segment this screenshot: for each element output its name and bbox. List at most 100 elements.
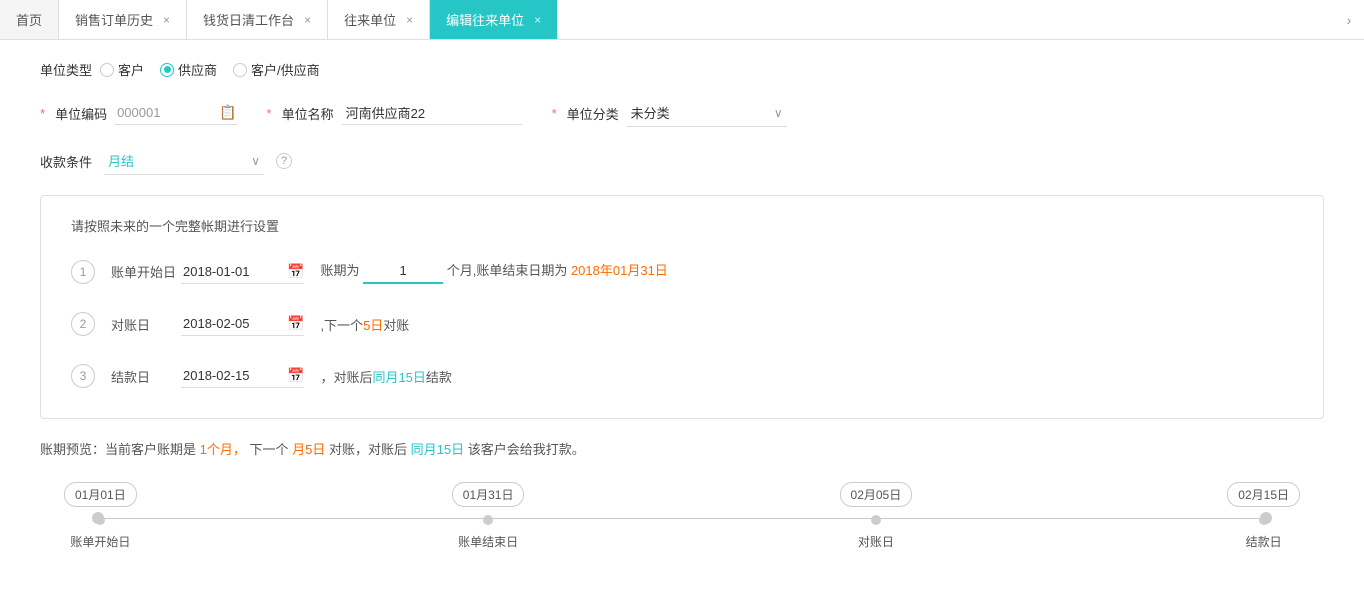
tab-cash-work-label: 钱货日清工作台: [203, 10, 294, 29]
step-2-date[interactable]: [181, 312, 281, 335]
step-3-desc-prefix: ，对账后: [320, 370, 372, 385]
step-row-1: 1 账单开始日 📅 账期为 个月,账单结束日期为 2018年01月31日: [71, 259, 1293, 284]
step-row-3: 3 结款日 📅 ，对账后同月15日结款: [71, 364, 1293, 388]
radio-customer-supplier[interactable]: 客户/供应商: [233, 60, 320, 79]
timeline-label-0: 账单开始日: [70, 533, 130, 550]
timeline-point-2: 02月05日 对账日: [840, 482, 913, 550]
step-3-calendar-icon[interactable]: 📅: [287, 367, 304, 384]
tab-edit-partner-close[interactable]: ×: [534, 13, 541, 27]
step-2-highlight: 5日: [363, 318, 383, 333]
step-3-desc: ，对账后同月15日结款: [320, 367, 452, 386]
tab-partner-units-close[interactable]: ×: [406, 13, 413, 27]
tab-cash-work[interactable]: 钱货日清工作台 ×: [187, 0, 328, 39]
radio-customer-supplier-label: 客户/供应商: [251, 60, 320, 79]
unit-code-input-wrapper: 📋: [115, 101, 236, 125]
step-1-period-end: 2018年01月31日: [571, 263, 668, 278]
unit-code-input[interactable]: [115, 101, 215, 124]
step-2-calendar-icon[interactable]: 📅: [287, 315, 304, 332]
unit-info-row: * 单位编码 📋 * 单位名称 * 单位分类 未分类 ∨: [40, 99, 1324, 127]
unit-category-select[interactable]: 未分类 ∨: [627, 99, 787, 127]
radio-customer[interactable]: 客户: [100, 60, 144, 79]
unit-type-radio-group: 客户 供应商 客户/供应商: [100, 60, 320, 79]
step-3-highlight: 同月15日: [372, 370, 425, 385]
tab-scroll-right[interactable]: ›: [1334, 0, 1364, 39]
tab-sales-order-history[interactable]: 销售订单历史 ×: [59, 0, 187, 39]
unit-code-label: 单位编码: [55, 104, 107, 123]
timeline-point-1: 01月31日 账单结束日: [452, 482, 525, 550]
timeline-point-3: 02月15日 结款日: [1227, 482, 1300, 550]
timeline-point-0: 01月01日 账单开始日: [64, 482, 137, 550]
step-1-date[interactable]: [181, 260, 281, 283]
unit-code-field: * 单位编码 📋: [40, 101, 237, 125]
tab-cash-work-close[interactable]: ×: [304, 13, 311, 27]
unit-category-field: * 单位分类 未分类 ∨: [552, 99, 787, 127]
tab-edit-partner-label: 编辑往来单位: [446, 10, 524, 29]
step-2-desc-suffix: 对账: [383, 318, 409, 333]
tab-partner-units[interactable]: 往来单位 ×: [328, 0, 430, 39]
step-1-period-input[interactable]: [363, 259, 443, 284]
radio-supplier-circle: [160, 63, 174, 77]
payment-condition-select[interactable]: 月结 ∨: [104, 147, 264, 175]
tab-sales-order-history-close[interactable]: ×: [163, 13, 170, 27]
preview-reconcile-mid: 对账，对账后: [329, 442, 407, 457]
timeline-dot-3: [1259, 515, 1269, 525]
step-label-2: 对账日: [111, 315, 181, 334]
step-2-desc-prefix: ,下一个: [320, 318, 363, 333]
step-1-date-input: 📅: [181, 260, 304, 284]
unit-category-value: 未分类: [631, 103, 770, 122]
payment-condition-row: 收款条件 月结 ∨ ?: [40, 147, 1324, 175]
tab-partner-units-label: 往来单位: [344, 10, 396, 29]
step-2-date-input: 📅: [181, 312, 304, 336]
main-content: 单位类型 客户 供应商 客户/供应商 * 单位编码: [0, 40, 1364, 608]
unit-code-icon[interactable]: 📋: [219, 104, 236, 121]
unit-name-required: *: [267, 106, 272, 121]
unit-name-label: 单位名称: [282, 104, 334, 123]
timeline-wrapper: 01月01日 账单开始日 01月31日 账单结束日 02月05日 对账日 02月…: [40, 482, 1324, 550]
timeline-bubble-2: 02月05日: [840, 482, 913, 507]
unit-category-chevron-icon: ∨: [774, 106, 783, 120]
step-label-3: 结款日: [111, 367, 181, 386]
unit-name-input[interactable]: [342, 101, 522, 125]
tab-sales-order-history-label: 销售订单历史: [75, 10, 153, 29]
radio-supplier[interactable]: 供应商: [160, 60, 217, 79]
tab-edit-partner[interactable]: 编辑往来单位 ×: [430, 0, 558, 39]
unit-code-required: *: [40, 106, 45, 121]
preview-reconcile-highlight: 月5日: [292, 442, 325, 457]
step-3-date[interactable]: [181, 364, 281, 387]
unit-type-field: 单位类型 客户 供应商 客户/供应商: [40, 60, 320, 79]
help-icon[interactable]: ?: [276, 153, 292, 169]
preview-payment-highlight: 同月15日: [411, 442, 464, 457]
step-1-calendar-icon[interactable]: 📅: [287, 263, 304, 280]
timeline-bubble-3: 02月15日: [1227, 482, 1300, 507]
preview-reconcile-pre: 下一个: [250, 442, 289, 457]
preview-label: 账期预览：当前客户账期是: [40, 442, 196, 457]
payment-condition-chevron-icon: ∨: [251, 154, 260, 168]
step-1-desc-prefix: 账期为: [320, 263, 359, 278]
payment-condition-label: 收款条件: [40, 152, 92, 171]
timeline-line: [100, 518, 1264, 519]
step-3-desc-suffix: 结款: [426, 370, 452, 385]
step-3-date-input: 📅: [181, 364, 304, 388]
radio-customer-circle: [100, 63, 114, 77]
radio-customer-supplier-circle: [233, 63, 247, 77]
step-1-desc: 账期为 个月,账单结束日期为 2018年01月31日: [320, 259, 667, 284]
panel-hint: 请按照未来的一个完整帐期进行设置: [71, 216, 1293, 235]
timeline-bubble-1: 01月31日: [452, 482, 525, 507]
preview-text: 账期预览：当前客户账期是 1个月， 下一个 月5日 对账，对账后 同月15日 该…: [40, 439, 1324, 458]
tab-home[interactable]: 首页: [0, 0, 59, 39]
unit-type-row: 单位类型 客户 供应商 客户/供应商: [40, 60, 1324, 79]
settings-panel: 请按照未来的一个完整帐期进行设置 1 账单开始日 📅 账期为 个月,账单结束日期…: [40, 195, 1324, 419]
timeline-bubble-0: 01月01日: [64, 482, 137, 507]
timeline-dot-2: [871, 515, 881, 525]
timeline-dot-0: [95, 515, 105, 525]
step-label-1: 账单开始日: [111, 262, 181, 281]
timeline-points: 01月01日 账单开始日 01月31日 账单结束日 02月05日 对账日 02月…: [64, 482, 1300, 550]
timeline-label-3: 结款日: [1246, 533, 1282, 550]
unit-type-label: 单位类型: [40, 60, 92, 79]
timeline-label-1: 账单结束日: [458, 533, 518, 550]
preview-period: 1个月，: [200, 442, 246, 457]
radio-customer-label: 客户: [118, 60, 144, 79]
step-1-desc-suffix: 个月,账单结束日期为: [447, 263, 568, 278]
unit-category-required: *: [552, 106, 557, 121]
unit-name-field: * 单位名称: [267, 101, 522, 125]
